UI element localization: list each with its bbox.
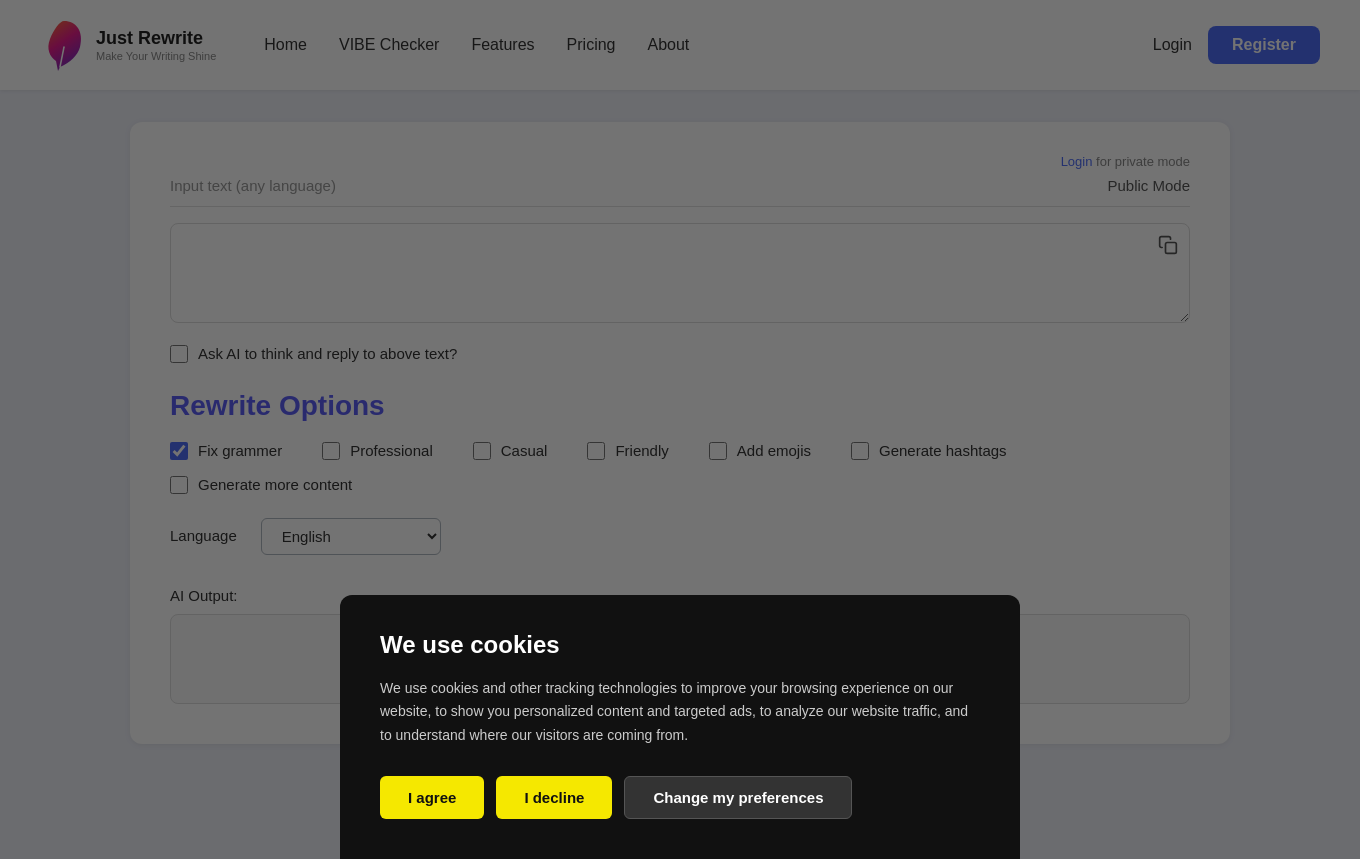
cookie-title: We use cookies (380, 631, 980, 659)
cookie-body: We use cookies and other tracking techno… (380, 677, 980, 748)
cookie-preferences-button[interactable]: Change my preferences (624, 776, 852, 819)
cookie-agree-button[interactable]: I agree (380, 776, 484, 819)
cookie-decline-button[interactable]: I decline (496, 776, 612, 819)
cookie-buttons: I agree I decline Change my preferences (380, 776, 980, 819)
cookie-banner: We use cookies We use cookies and other … (340, 595, 1020, 859)
